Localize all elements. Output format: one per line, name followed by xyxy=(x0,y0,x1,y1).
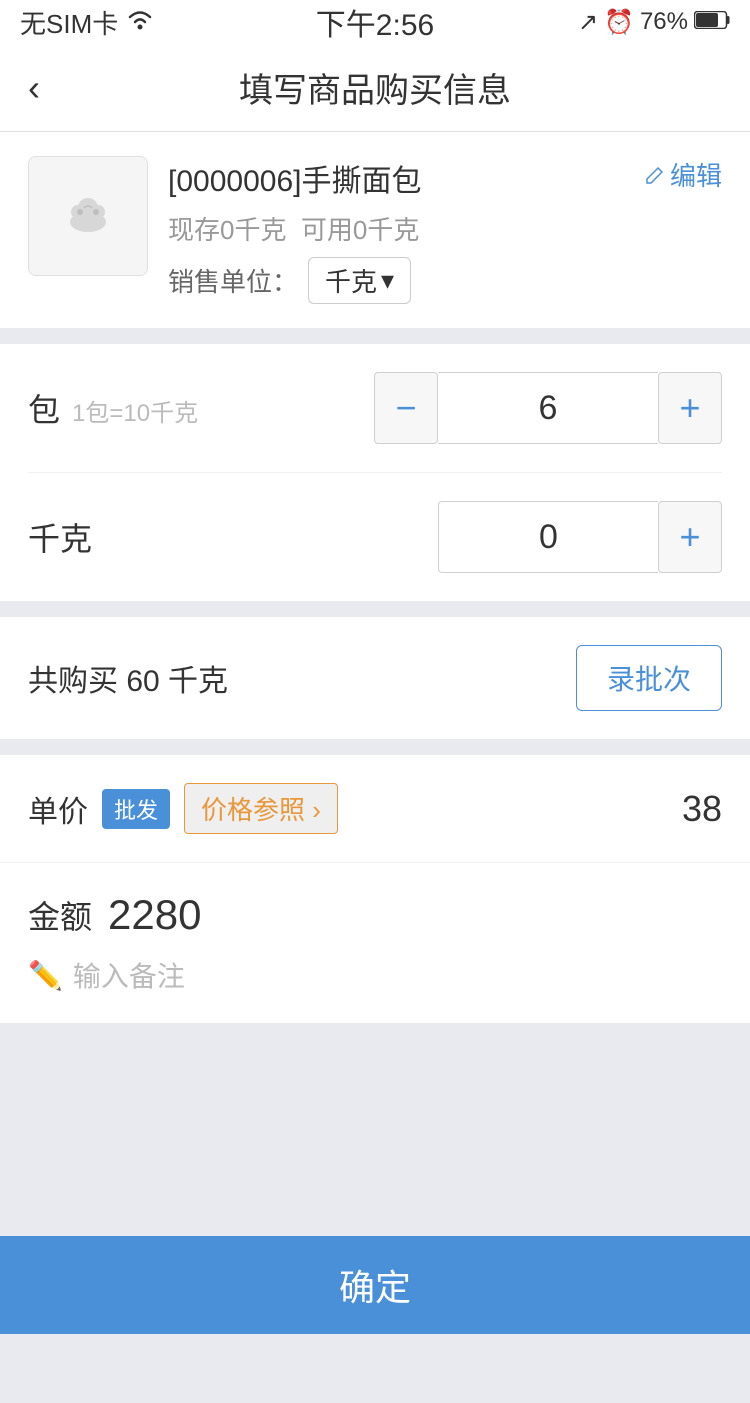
wifi-icon xyxy=(126,7,154,38)
carrier-text: 无SIM卡 xyxy=(20,4,118,41)
batch-button[interactable]: 录批次 xyxy=(576,645,722,711)
product-stock: 现存0千克 可用0千克 xyxy=(168,210,722,247)
quantity-row-kg: 千克 + xyxy=(28,473,722,601)
quantity-section: 包 1包=10千克 − + 千克 + xyxy=(0,344,750,601)
status-time: 下午2:56 xyxy=(316,0,434,44)
location-icon: ↗ xyxy=(578,8,598,37)
status-bar: 无SIM卡 下午2:56 ↗ ⏰ 76% xyxy=(0,0,750,44)
product-unit-row: 销售单位： 千克 ▾ xyxy=(168,257,722,304)
edit-label: 编辑 xyxy=(670,156,722,193)
note-placeholder: 输入备注 xyxy=(73,955,185,995)
bao-plus-button[interactable]: + xyxy=(658,372,722,444)
amount-row: 金额 2280 xyxy=(28,891,722,939)
bao-input[interactable] xyxy=(438,372,658,444)
product-image xyxy=(28,156,148,276)
amount-section: 金额 2280 ✏️ 输入备注 xyxy=(0,862,750,1023)
total-text: 共购买 60 千克 xyxy=(28,656,228,700)
kg-plus-button[interactable]: + xyxy=(658,501,722,573)
quantity-row-bao: 包 1包=10千克 − + xyxy=(28,344,722,473)
bao-minus-button[interactable]: − xyxy=(374,372,438,444)
section-divider-1 xyxy=(0,328,750,344)
kg-control: + xyxy=(438,501,722,573)
edit-button[interactable]: 编辑 xyxy=(644,156,722,193)
dropdown-icon: ▾ xyxy=(381,265,394,296)
battery-text: 76% xyxy=(640,8,688,36)
status-left: 无SIM卡 xyxy=(20,4,154,41)
section-divider-2 xyxy=(0,601,750,617)
pencil-icon: ✏️ xyxy=(28,959,63,992)
price-section: 单价 批发 价格参照 › 38 xyxy=(0,755,750,862)
amount-label: 金额 xyxy=(28,892,92,938)
nav-title: 填写商品购买信息 xyxy=(239,63,511,112)
price-row: 单价 批发 价格参照 › 38 xyxy=(28,783,722,834)
bao-label: 包 1包=10千克 xyxy=(28,385,198,431)
kg-label: 千克 xyxy=(28,514,92,560)
confirm-button[interactable]: 确定 xyxy=(0,1236,750,1334)
price-value: 38 xyxy=(682,788,722,830)
back-button[interactable]: ‹ xyxy=(28,67,40,109)
price-label: 单价 xyxy=(28,787,88,831)
product-name: [0000006]手撕面包 xyxy=(168,156,421,200)
amount-value: 2280 xyxy=(108,891,201,939)
price-left: 单价 批发 价格参照 › xyxy=(28,783,338,834)
price-tag: 批发 xyxy=(102,789,170,829)
bottom-area xyxy=(0,1023,750,1403)
kg-input[interactable] xyxy=(438,501,658,573)
status-right: ↗ ⏰ 76% xyxy=(578,8,730,37)
nav-bar: ‹ 填写商品购买信息 xyxy=(0,44,750,132)
bao-hint: 1包=10千克 xyxy=(72,393,198,428)
product-card: [0000006]手撕面包 编辑 现存0千克 可用0千克 销售单位： 千克 ▾ xyxy=(0,132,750,328)
alarm-icon: ⏰ xyxy=(604,8,634,37)
note-row[interactable]: ✏️ 输入备注 xyxy=(28,955,722,995)
price-ref-button[interactable]: 价格参照 › xyxy=(184,783,338,834)
product-header: [0000006]手撕面包 编辑 xyxy=(168,156,722,210)
section-divider-3 xyxy=(0,739,750,755)
total-row: 共购买 60 千克 录批次 xyxy=(0,617,750,739)
product-info: [0000006]手撕面包 编辑 现存0千克 可用0千克 销售单位： 千克 ▾ xyxy=(168,156,722,304)
battery-icon xyxy=(694,8,730,36)
unit-select[interactable]: 千克 ▾ xyxy=(308,257,411,304)
bao-control: − + xyxy=(374,372,722,444)
